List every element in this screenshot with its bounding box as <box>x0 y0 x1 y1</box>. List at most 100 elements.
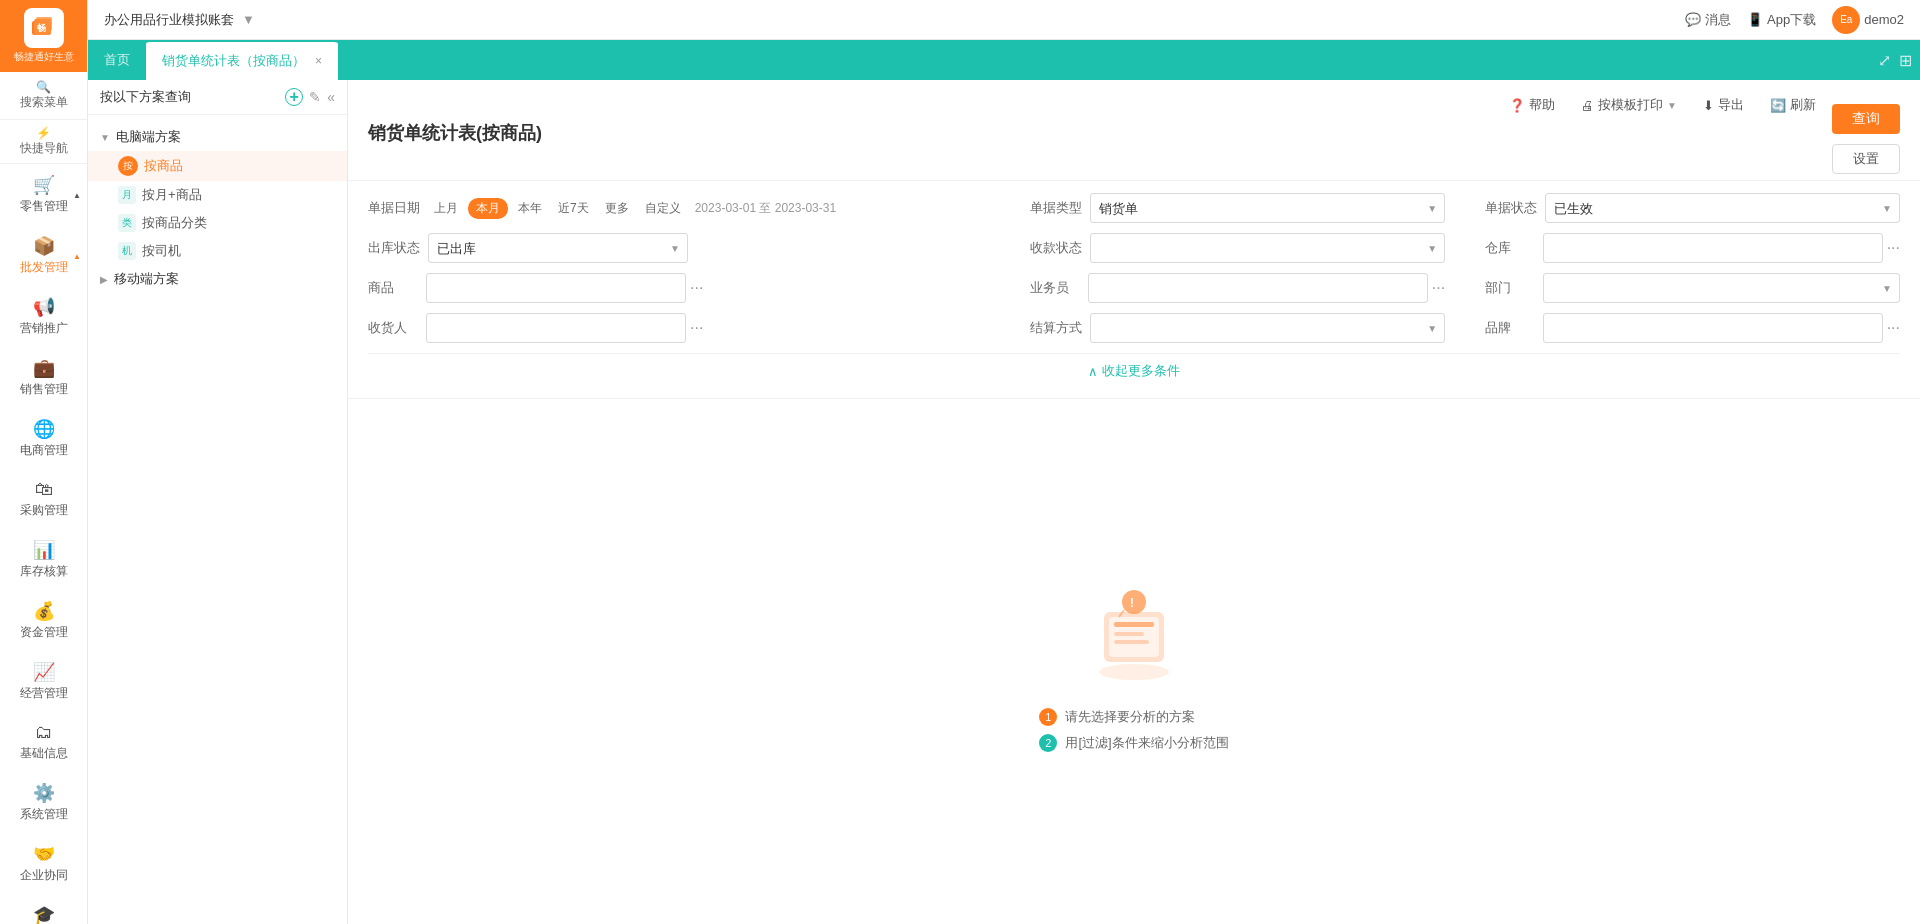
dept-select[interactable] <box>1543 273 1900 303</box>
inventory-icon: 📊 <box>33 539 55 561</box>
filter-salesperson-field: 业务员 ··· <box>1030 273 1445 303</box>
svg-text:畅: 畅 <box>37 23 46 33</box>
sidebar-search-item[interactable]: 🔍 搜索菜单 <box>0 72 87 120</box>
doc-status-select[interactable]: 已生效 <box>1545 193 1900 223</box>
date-tab-thisyear[interactable]: 本年 <box>512 198 548 219</box>
recipient-more-icon[interactable]: ··· <box>690 319 703 337</box>
filter-stock-status-field: 出库状态 已出库 ▼ <box>368 233 990 263</box>
settings-button[interactable]: 设置 <box>1832 144 1900 174</box>
sidebar-item-sales[interactable]: 💼 销售管理 <box>0 347 87 408</box>
stock-status-select[interactable]: 已出库 <box>428 233 688 263</box>
tree-group-desktop-header[interactable]: ▼ 电脑端方案 <box>88 123 347 151</box>
tree-item-month-icon: 月 <box>118 186 136 204</box>
receipt-status-select[interactable] <box>1090 233 1445 263</box>
retail-label: 零售管理 <box>20 198 68 215</box>
salesperson-label: 业务员 <box>1030 279 1080 297</box>
date-tab-lastmonth[interactable]: 上月 <box>428 198 464 219</box>
query-button[interactable]: 查询 <box>1832 104 1900 134</box>
user-profile-btn[interactable]: Ea demo2 <box>1832 6 1904 34</box>
tab-close-icon[interactable]: × <box>315 54 322 68</box>
warehouse-input[interactable] <box>1543 233 1883 263</box>
tree-item-by-machine[interactable]: 机 按司机 <box>88 237 347 265</box>
brand-more-icon[interactable]: ··· <box>1887 319 1900 337</box>
sidebar-item-retail[interactable]: 🛒 零售管理 <box>0 164 87 225</box>
sidebar-item-system[interactable]: ⚙️ 系统管理 <box>0 772 87 833</box>
tab-sales-stats[interactable]: 销货单统计表（按商品） × <box>146 40 338 80</box>
sidebar-quick-nav[interactable]: ⚡ 快捷导航 <box>0 120 87 164</box>
sidebar-item-operation[interactable]: 📈 经营管理 <box>0 651 87 712</box>
brand-input[interactable] <box>1543 313 1883 343</box>
system-label: 系统管理 <box>20 806 68 823</box>
tree-group-mobile-arrow: ▶ <box>100 274 108 285</box>
message-btn[interactable]: 💬 消息 <box>1685 11 1731 29</box>
svg-point-4 <box>1099 664 1169 680</box>
collapse-filter-btn[interactable]: ∧ 收起更多条件 <box>368 353 1900 386</box>
export-btn[interactable]: ⬇ 导出 <box>1695 92 1752 118</box>
sidebar-item-guide[interactable]: 🎓 新手引导 <box>0 894 87 924</box>
doc-type-select[interactable]: 销货单 <box>1090 193 1445 223</box>
scheme-panel: 按以下方案查询 + ✎ « ▼ 电脑端方案 按 按商品 <box>88 80 348 924</box>
tab-restore-icon[interactable]: ⊞ <box>1899 51 1912 70</box>
scheme-add-btn[interactable]: + <box>285 88 303 106</box>
date-tab-7days[interactable]: 近7天 <box>552 198 595 219</box>
recipient-input[interactable] <box>426 313 686 343</box>
salesperson-input[interactable] <box>1088 273 1428 303</box>
step-2-text: 用[过滤]条件来缩小分析范围 <box>1065 734 1228 752</box>
filter-doctype-field: 单据类型 销货单 ▼ <box>1030 193 1445 223</box>
sidebar-item-basic[interactable]: 🗂 基础信息 <box>0 712 87 772</box>
filter-row-2: 出库状态 已出库 ▼ 收款状态 <box>368 233 1900 263</box>
sidebar-item-finance[interactable]: 💰 资金管理 <box>0 590 87 651</box>
refresh-btn[interactable]: 🔄 刷新 <box>1762 92 1824 118</box>
app-download-btn[interactable]: 📱 App下载 <box>1747 11 1816 29</box>
product-more-icon[interactable]: ··· <box>690 279 703 297</box>
topbar-arrow[interactable]: ▼ <box>242 12 255 27</box>
date-tab-thismonth[interactable]: 本月 <box>468 198 508 219</box>
sidebar: 畅 畅捷通好生意 🔍 搜索菜单 ⚡ 快捷导航 🛒 零售管理 📦 批发管理 📢 营… <box>0 0 88 924</box>
product-input[interactable] <box>426 273 686 303</box>
stock-status-label: 出库状态 <box>368 239 420 257</box>
date-tab-more[interactable]: 更多 <box>599 198 635 219</box>
doc-status-label: 单据状态 <box>1485 199 1537 217</box>
filter-form: 单据日期 上月 本月 本年 近7天 更多 自定义 2023-03-01 至 20… <box>348 181 1920 399</box>
sidebar-item-ecommerce[interactable]: 🌐 电商管理 <box>0 408 87 469</box>
sidebar-item-marketing[interactable]: 📢 营销推广 <box>0 286 87 347</box>
help-btn[interactable]: ❓ 帮助 <box>1501 92 1563 118</box>
tab-maximize-icon[interactable]: ⤢ <box>1878 51 1891 70</box>
tree-item-by-product-label: 按商品 <box>144 157 183 175</box>
app-download-label: App下载 <box>1767 11 1816 29</box>
scheme-collapse-btn[interactable]: « <box>327 89 335 105</box>
tabbar-actions: ⤢ ⊞ <box>1870 40 1920 80</box>
print-btn[interactable]: 🖨 按模板打印 ▼ <box>1573 92 1685 118</box>
sidebar-item-wholesale[interactable]: 📦 批发管理 <box>0 225 87 286</box>
filter-receipt-status-field: 收款状态 ▼ <box>1030 233 1445 263</box>
date-tab-custom[interactable]: 自定义 <box>639 198 687 219</box>
export-icon: ⬇ <box>1703 98 1714 113</box>
scheme-edit-btn[interactable]: ✎ <box>309 89 321 105</box>
tab-home[interactable]: 首页 <box>88 40 146 80</box>
sidebar-item-inventory[interactable]: 📊 库存核算 <box>0 529 87 590</box>
tree-item-by-product-icon: 按 <box>118 156 138 176</box>
tree-group-mobile: ▶ 移动端方案 <box>88 265 347 293</box>
tree-item-by-category[interactable]: 类 按商品分类 <box>88 209 347 237</box>
sales-label: 销售管理 <box>20 381 68 398</box>
right-panel: 销货单统计表(按商品) ❓ 帮助 🖨 按模板打印 ▼ ⬇ <box>348 80 1920 924</box>
tree-item-by-product[interactable]: 按 按商品 <box>88 151 347 181</box>
settlement-select[interactable] <box>1090 313 1445 343</box>
retail-icon: 🛒 <box>33 174 55 196</box>
filter-dept-field: 部门 ▼ <box>1485 273 1900 303</box>
ecommerce-label: 电商管理 <box>20 442 68 459</box>
sidebar-item-corp[interactable]: 🤝 企业协同 <box>0 833 87 894</box>
filter-warehouse-field: 仓库 ··· <box>1485 233 1900 263</box>
doc-type-select-wrap: 销货单 ▼ <box>1090 193 1445 223</box>
sidebar-item-purchase[interactable]: 🛍 采购管理 <box>0 469 87 529</box>
corp-label: 企业协同 <box>20 867 68 884</box>
salesperson-more-icon[interactable]: ··· <box>1432 279 1445 297</box>
brand-label: 品牌 <box>1485 319 1535 337</box>
warehouse-more-icon[interactable]: ··· <box>1887 239 1900 257</box>
scheme-tree: ▼ 电脑端方案 按 按商品 月 按月+商品 类 <box>88 115 347 924</box>
filter-date-field: 单据日期 上月 本月 本年 近7天 更多 自定义 2023-03-01 至 20… <box>368 198 990 219</box>
tree-item-by-month-product[interactable]: 月 按月+商品 <box>88 181 347 209</box>
sidebar-logo[interactable]: 畅 畅捷通好生意 <box>0 0 87 72</box>
empty-content-area: ! 1 请先选择要分析的方案 2 用[过滤]条件来缩小分析范围 <box>348 399 1920 924</box>
tree-group-mobile-header[interactable]: ▶ 移动端方案 <box>88 265 347 293</box>
